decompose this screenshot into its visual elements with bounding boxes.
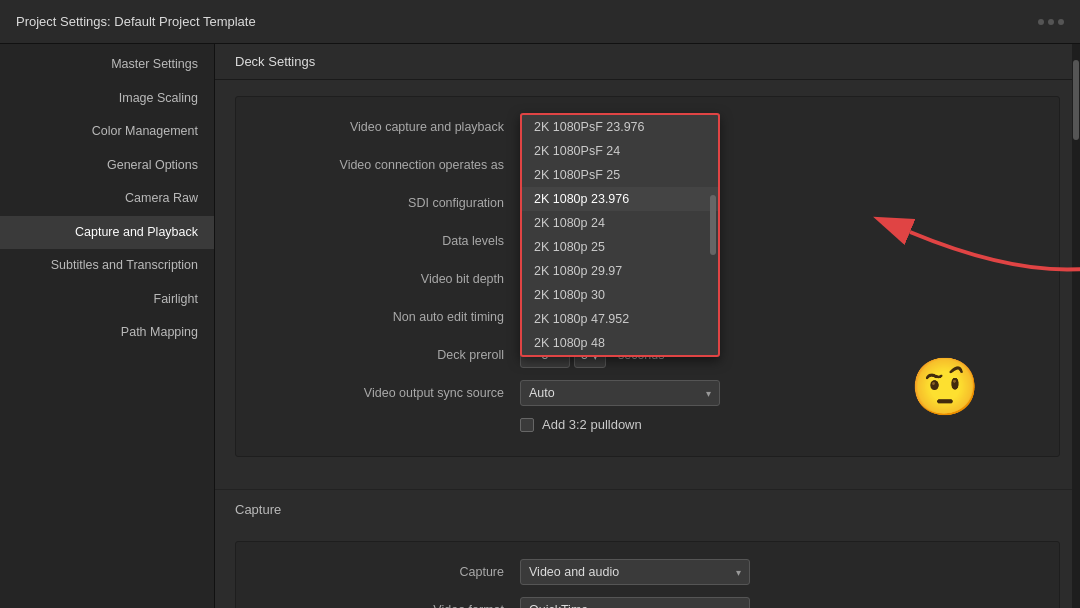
capture-value: Video and audio	[529, 565, 619, 579]
dropdown-option-3[interactable]: 2K 1080p 23.976	[522, 187, 718, 211]
deck-preroll-label: Deck preroll	[260, 348, 520, 362]
non-auto-edit-label: Non auto edit timing	[260, 310, 520, 324]
sdi-config-label: SDI configuration	[260, 196, 520, 210]
add-pulldown-label: Add 3:2 pulldown	[542, 417, 642, 432]
chevron-down-icon: ▾	[736, 605, 741, 609]
video-capture-row: Video capture and playback HD 1080PsF 24…	[260, 113, 1035, 141]
video-capture-dropdown-list[interactable]: 2K 1080PsF 23.976 2K 1080PsF 24 2K 1080P…	[520, 113, 720, 357]
video-output-sync-row: Video output sync source Auto ▾	[260, 379, 1035, 407]
capture-dropdown[interactable]: Video and audio ▾	[520, 559, 750, 585]
video-capture-label: Video capture and playback	[260, 120, 520, 134]
video-bit-depth-label: Video bit depth	[260, 272, 520, 286]
sidebar-item-subtitles-and-transcription[interactable]: Subtitles and Transcription	[0, 249, 214, 283]
dropdown-option-4[interactable]: 2K 1080p 24	[522, 211, 718, 235]
menu-dot-1	[1038, 19, 1044, 25]
video-connection-label: Video connection operates as	[260, 158, 520, 172]
scrollbar-thumb[interactable]	[1073, 60, 1079, 140]
capture-label: Capture	[260, 565, 520, 579]
video-format-row: Video format QuickTime ▾	[260, 596, 1035, 608]
capture-form: Capture Video and audio ▾ Video format Q…	[235, 541, 1060, 608]
content-area: Deck Settings Video capture and playback…	[215, 44, 1080, 608]
dropdown-option-6[interactable]: 2K 1080p 29.97	[522, 259, 718, 283]
dropdown-option-5[interactable]: 2K 1080p 25	[522, 235, 718, 259]
sidebar-item-path-mapping[interactable]: Path Mapping	[0, 316, 214, 350]
dropdown-scrollbar[interactable]	[710, 195, 716, 255]
sidebar-item-general-options[interactable]: General Options	[0, 149, 214, 183]
tab-header: Deck Settings	[215, 44, 1080, 80]
dropdown-option-1[interactable]: 2K 1080PsF 24	[522, 139, 718, 163]
capture-row: Capture Video and audio ▾	[260, 558, 1035, 586]
video-output-sync-value: Auto	[529, 386, 555, 400]
video-format-value: QuickTime	[529, 603, 588, 608]
dropdown-option-0[interactable]: 2K 1080PsF 23.976	[522, 115, 718, 139]
chevron-down-icon: ▾	[706, 388, 711, 399]
title-bar-menu[interactable]	[1038, 19, 1064, 25]
add-pulldown-row: Add 3:2 pulldown	[520, 417, 1035, 432]
title-bar: Project Settings: Default Project Templa…	[0, 0, 1080, 44]
active-tab-label[interactable]: Deck Settings	[235, 54, 315, 69]
window-title: Project Settings: Default Project Templa…	[16, 14, 256, 29]
deck-settings-section: Video capture and playback HD 1080PsF 24…	[215, 80, 1080, 489]
sidebar-item-master-settings[interactable]: Master Settings	[0, 48, 214, 82]
menu-dot-3	[1058, 19, 1064, 25]
deck-settings-form: Video capture and playback HD 1080PsF 24…	[235, 96, 1060, 457]
add-pulldown-checkbox[interactable]	[520, 418, 534, 432]
capture-section: Capture Video and audio ▾ Video format Q…	[215, 525, 1080, 608]
scrollbar-track[interactable]	[1072, 44, 1080, 608]
video-format-dropdown[interactable]: QuickTime ▾	[520, 597, 750, 608]
dropdown-option-2[interactable]: 2K 1080PsF 25	[522, 163, 718, 187]
chevron-down-icon: ▾	[736, 567, 741, 578]
video-output-sync-label: Video output sync source	[260, 386, 520, 400]
sidebar: Master Settings Image Scaling Color Mana…	[0, 44, 215, 608]
video-format-label: Video format	[260, 603, 520, 608]
dropdown-option-9[interactable]: 2K 1080p 48	[522, 331, 718, 355]
dropdown-option-7[interactable]: 2K 1080p 30	[522, 283, 718, 307]
capture-title: Capture	[235, 502, 281, 517]
dropdown-option-8[interactable]: 2K 1080p 47.952	[522, 307, 718, 331]
data-levels-label: Data levels	[260, 234, 520, 248]
sidebar-item-color-management[interactable]: Color Management	[0, 115, 214, 149]
capture-section-header: Capture	[215, 489, 1080, 525]
video-output-sync-dropdown[interactable]: Auto ▾	[520, 380, 720, 406]
sidebar-item-camera-raw[interactable]: Camera Raw	[0, 182, 214, 216]
sidebar-item-capture-and-playback[interactable]: Capture and Playback	[0, 216, 214, 250]
sidebar-item-image-scaling[interactable]: Image Scaling	[0, 82, 214, 116]
sidebar-item-fairlight[interactable]: Fairlight	[0, 283, 214, 317]
menu-dot-2	[1048, 19, 1054, 25]
main-layout: Master Settings Image Scaling Color Mana…	[0, 44, 1080, 608]
